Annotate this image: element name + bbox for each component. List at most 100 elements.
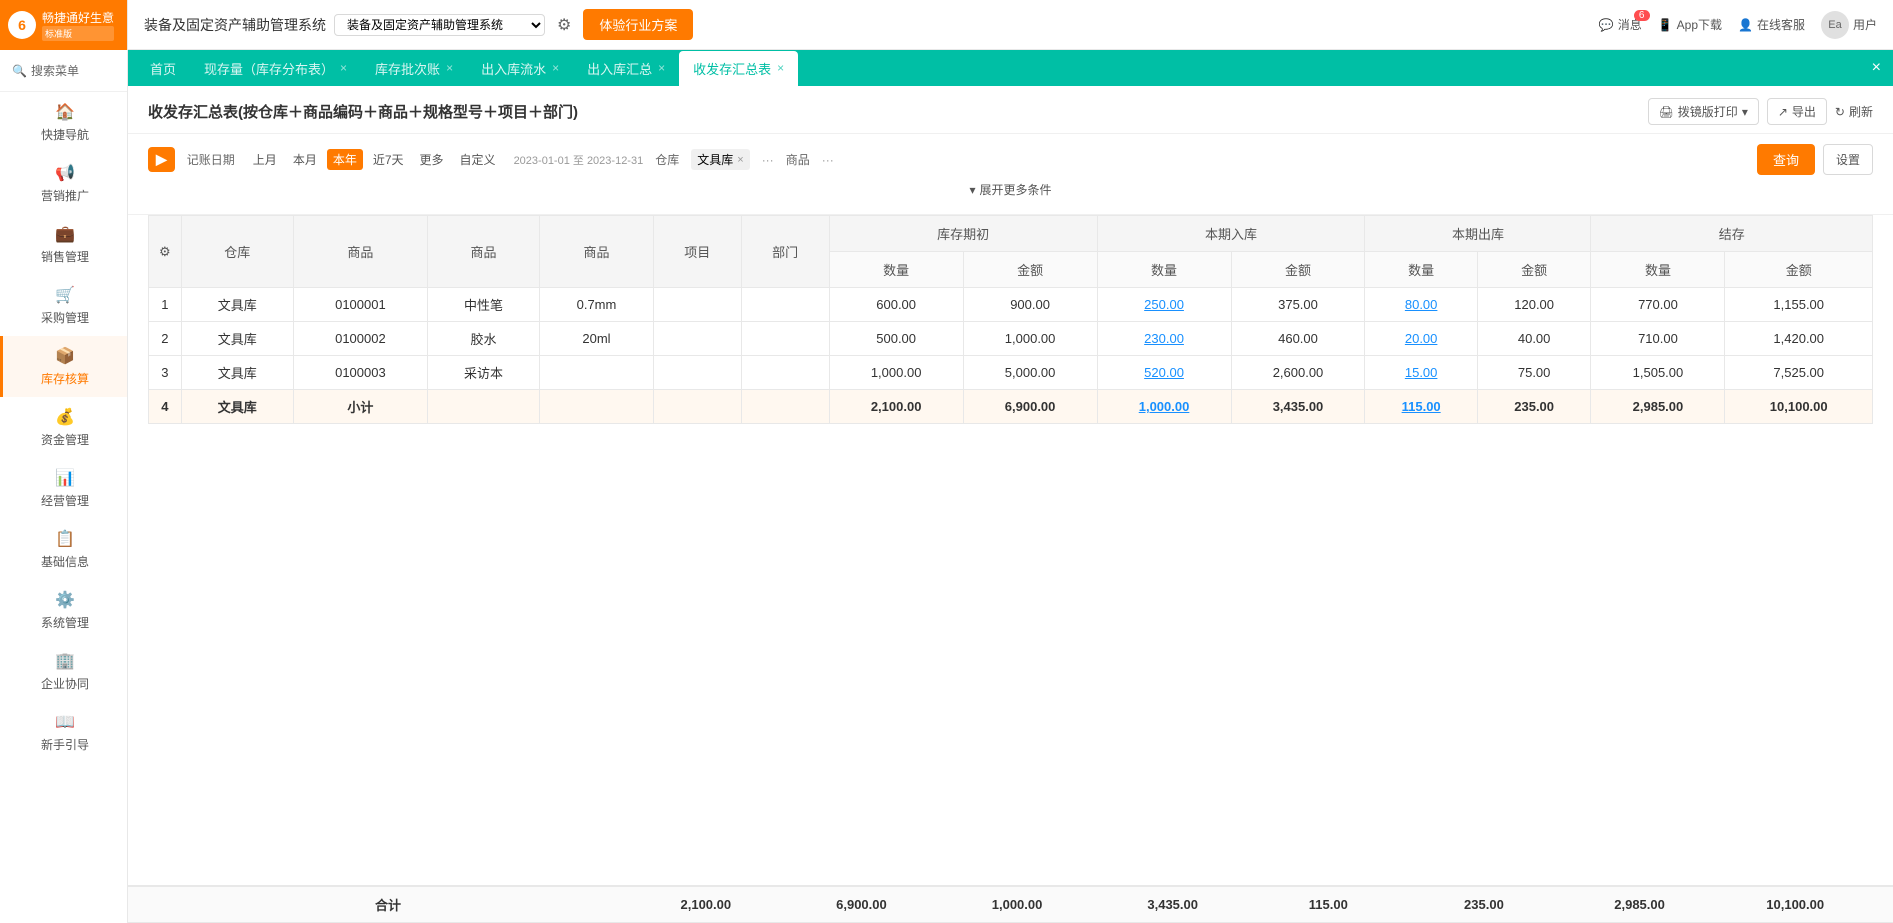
cell-no: 3: [149, 356, 182, 390]
tab-batch-account[interactable]: 库存批次账 ×: [361, 51, 467, 86]
out-qty-link[interactable]: 15.00: [1405, 365, 1438, 380]
date-btn-this-month[interactable]: 本月: [287, 149, 323, 170]
tab-home[interactable]: 首页: [136, 51, 190, 86]
warehouse-more-ellipsis[interactable]: ···: [762, 153, 774, 167]
logo-icon: 6: [8, 11, 36, 39]
tabs-close-all-button[interactable]: ×: [1868, 55, 1885, 81]
cell-out-qty[interactable]: 15.00: [1365, 356, 1477, 390]
sidebar-item-label: 系统管理: [41, 614, 89, 631]
tab-inout-summary[interactable]: 出入库汇总 ×: [573, 51, 679, 86]
refresh-button[interactable]: ↻ 刷新: [1835, 103, 1873, 120]
sidebar-item-guide[interactable]: 📖 新手引导: [0, 702, 127, 763]
in-qty-link[interactable]: 230.00: [1144, 331, 1184, 346]
tab-recv-send-summary[interactable]: 收发存汇总表 ×: [679, 51, 798, 86]
tab-label: 收发存汇总表: [693, 59, 771, 78]
cell-department: [741, 288, 829, 322]
cell-subtotal-closing-qty: 2,985.00: [1591, 390, 1725, 424]
page-header: 收发存汇总表(按仓库＋商品编码＋商品＋规格型号＋项目＋部门) 🖨 拨镜版打印 ▾…: [128, 86, 1893, 134]
print-button[interactable]: 🖨 拨镜版打印 ▾: [1648, 98, 1759, 125]
out-qty-link[interactable]: 20.00: [1405, 331, 1438, 346]
sidebar-item-shortcut[interactable]: 🏠 快捷导航: [0, 92, 127, 153]
cell-opening-amt: 900.00: [963, 288, 1097, 322]
tab-inventory-dist[interactable]: 现存量（库存分布表） ×: [190, 51, 361, 86]
date-btn-more[interactable]: 更多: [414, 149, 450, 170]
cell-project: [653, 322, 741, 356]
online-service-item[interactable]: 👤 在线客服: [1738, 16, 1805, 33]
sidebar-item-marketing[interactable]: 📢 营销推广: [0, 153, 127, 214]
tab-close-icon[interactable]: ×: [777, 61, 784, 75]
tab-inout-flow[interactable]: 出入库流水 ×: [467, 51, 573, 86]
date-btn-7days[interactable]: 近7天: [367, 149, 410, 170]
cell-in-amt: 460.00: [1231, 322, 1365, 356]
try-industry-button[interactable]: 体验行业方案: [583, 9, 693, 40]
message-item[interactable]: 💬 消息 6: [1599, 16, 1642, 33]
cell-subtotal-in-qty[interactable]: 1,000.00: [1097, 390, 1231, 424]
cell-subtotal-out-amt: 235.00: [1477, 390, 1591, 424]
sidebar-item-sales[interactable]: 💼 销售管理: [0, 214, 127, 275]
tab-close-icon[interactable]: ×: [340, 61, 347, 75]
filter-settings-button[interactable]: 设置: [1823, 144, 1873, 175]
subtotal-in-qty-link[interactable]: 1,000.00: [1139, 399, 1190, 414]
table-settings-col[interactable]: ⚙: [149, 216, 182, 288]
date-btn-this-year[interactable]: 本年: [327, 149, 363, 170]
sidebar-item-business[interactable]: 📊 经营管理: [0, 458, 127, 519]
sidebar-item-system[interactable]: ⚙️ 系统管理: [0, 580, 127, 641]
cell-department: [741, 322, 829, 356]
goods-label: 商品: [786, 151, 810, 168]
logo-app-name: 畅捷通好生意: [42, 9, 114, 26]
tab-close-icon[interactable]: ×: [446, 61, 453, 75]
cell-out-amt: 75.00: [1477, 356, 1591, 390]
date-btn-custom[interactable]: 自定义: [454, 149, 502, 170]
search-icon: 🔍: [12, 64, 27, 78]
subtotal-out-qty-link[interactable]: 115.00: [1402, 399, 1441, 414]
sidebar-item-purchase[interactable]: 🛒 采购管理: [0, 275, 127, 336]
tab-close-icon[interactable]: ×: [552, 61, 559, 75]
in-qty-link[interactable]: 520.00: [1144, 365, 1184, 380]
finance-icon: 💰: [55, 407, 75, 427]
accounting-date-label: 记账日期: [187, 151, 235, 168]
tabs-bar: 首页 现存量（库存分布表） × 库存批次账 × 出入库流水 × 出入库汇总 × …: [128, 50, 1893, 86]
shortcut-icon: 🏠: [55, 102, 75, 122]
sidebar-item-label: 快捷导航: [41, 126, 89, 143]
sidebar-item-enterprise[interactable]: 🏢 企业协同: [0, 641, 127, 702]
refresh-label: 刷新: [1849, 103, 1873, 120]
cell-out-qty[interactable]: 20.00: [1365, 322, 1477, 356]
out-qty-link[interactable]: 80.00: [1405, 297, 1438, 312]
filter-toggle-button[interactable]: ▶: [148, 147, 175, 172]
sidebar-item-label: 销售管理: [41, 248, 89, 265]
warehouse-tag-close[interactable]: ×: [737, 154, 743, 166]
col-closing-qty: 数量: [1591, 252, 1725, 288]
expand-more-conditions[interactable]: ▾ 展开更多条件: [148, 175, 1873, 204]
user-item[interactable]: Ea 用户: [1821, 11, 1877, 39]
sidebar-item-basic-info[interactable]: 📋 基础信息: [0, 519, 127, 580]
col-out-header: 本期出库: [1365, 216, 1591, 252]
cell-in-qty[interactable]: 230.00: [1097, 322, 1231, 356]
tab-close-icon[interactable]: ×: [658, 61, 665, 75]
sidebar-item-label: 新手引导: [41, 736, 89, 753]
col-out-amt: 金额: [1477, 252, 1591, 288]
sidebar-item-inventory[interactable]: 📦 库存核算: [0, 336, 127, 397]
export-button[interactable]: ↗ 导出: [1767, 98, 1827, 125]
col-goods-code: 商品: [293, 216, 427, 288]
goods-ellipsis[interactable]: ···: [822, 153, 834, 167]
user-label: 用户: [1853, 16, 1877, 33]
sidebar-search-area[interactable]: 🔍 搜索菜单: [0, 50, 127, 92]
in-qty-link[interactable]: 250.00: [1144, 297, 1184, 312]
cell-goods-spec: [540, 356, 654, 390]
system-selector[interactable]: 装备及固定资产辅助管理系统: [334, 14, 545, 36]
sidebar-nav: 🏠 快捷导航 📢 营销推广 💼 销售管理 🛒 采购管理 📦 库存核算 💰 资金管…: [0, 92, 127, 923]
marketing-icon: 📢: [55, 163, 75, 183]
sidebar-item-finance[interactable]: 💰 资金管理: [0, 397, 127, 458]
query-button[interactable]: 查询: [1757, 144, 1815, 175]
app-download-item[interactable]: 📱 App下载: [1658, 16, 1722, 33]
cell-in-qty[interactable]: 520.00: [1097, 356, 1231, 390]
search-menu-button[interactable]: 🔍 搜索菜单: [8, 58, 119, 83]
settings-gear-button[interactable]: ⚙: [553, 11, 575, 39]
chevron-down-icon: ▾: [1742, 105, 1748, 119]
col-in-header: 本期入库: [1097, 216, 1365, 252]
date-btn-last-month[interactable]: 上月: [247, 149, 283, 170]
cell-closing-amt: 7,525.00: [1725, 356, 1873, 390]
cell-out-qty[interactable]: 80.00: [1365, 288, 1477, 322]
cell-subtotal-out-qty[interactable]: 115.00: [1365, 390, 1477, 424]
cell-in-qty[interactable]: 250.00: [1097, 288, 1231, 322]
